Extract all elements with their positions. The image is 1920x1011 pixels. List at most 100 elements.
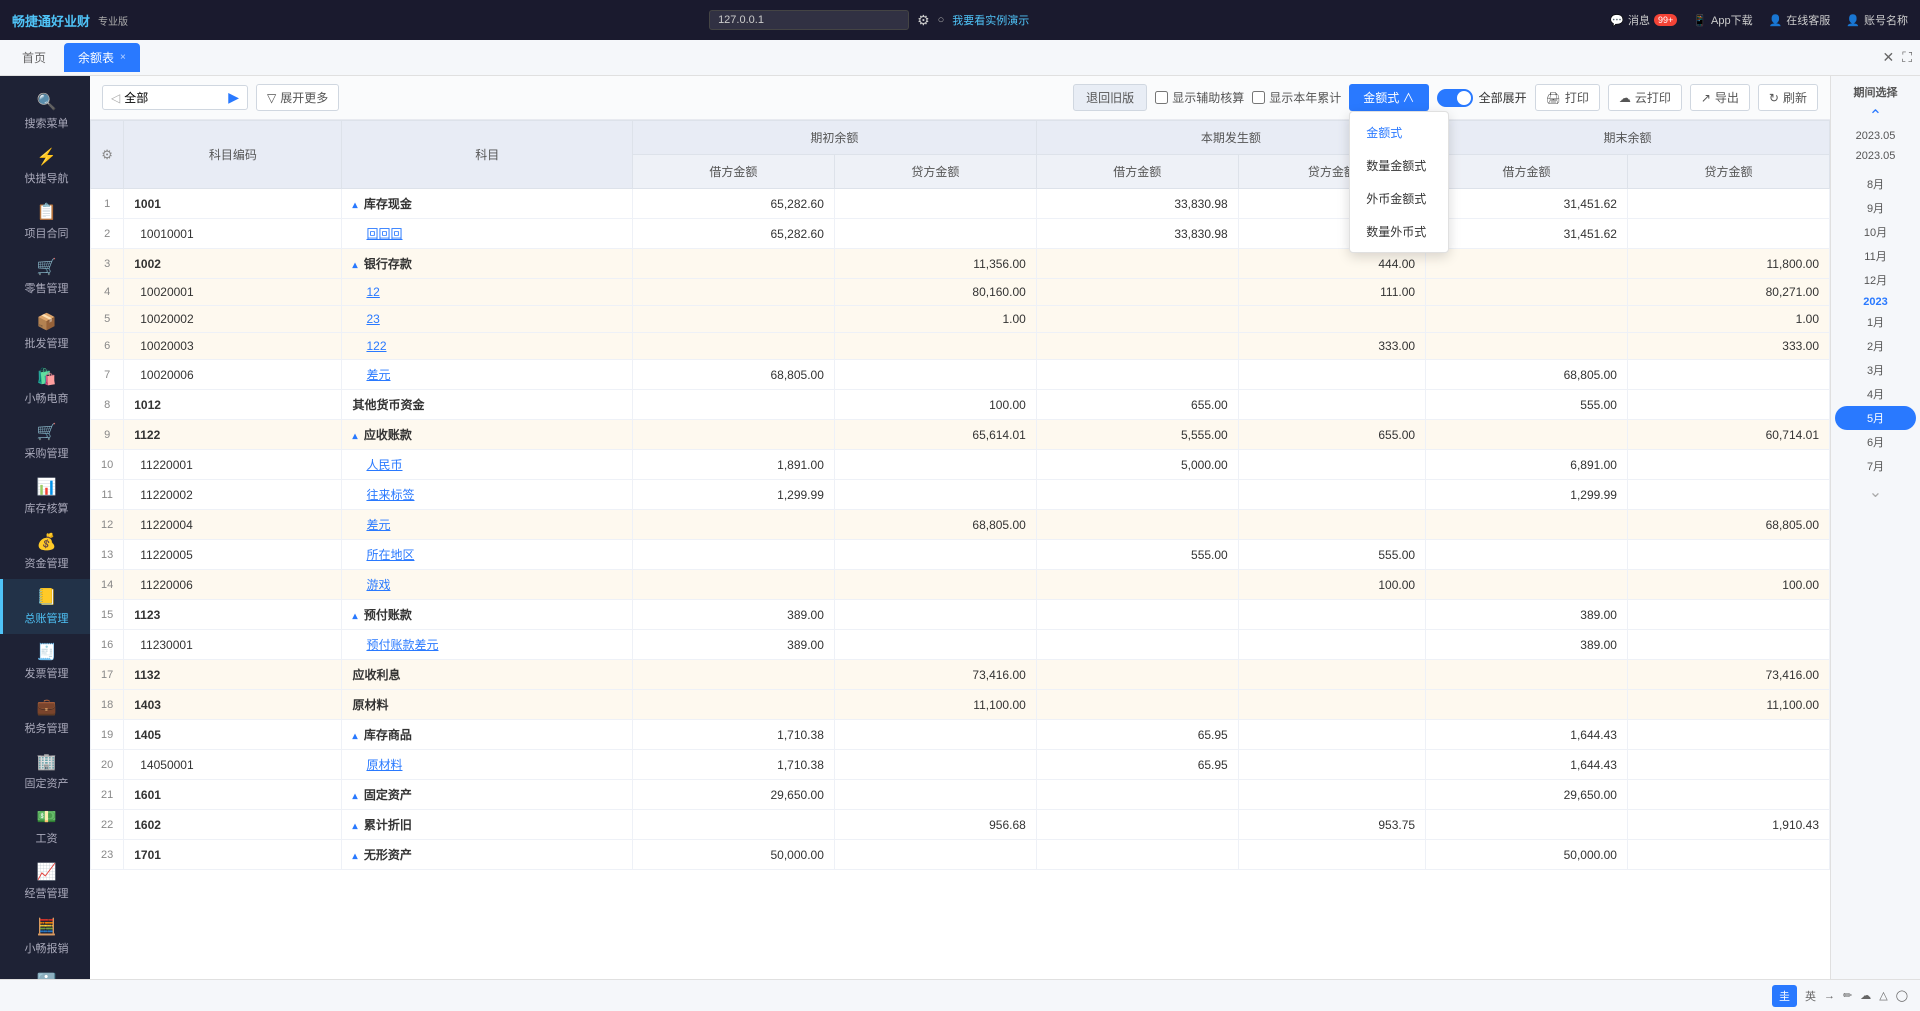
service-btn[interactable]: 👤 在线客服 [1769, 12, 1831, 28]
period-item-9[interactable]: 9月 [1835, 196, 1916, 220]
sidebar-item-wholesale[interactable]: 📦 批发管理 [0, 304, 90, 359]
download-btn[interactable]: 📱 App下载 [1693, 12, 1752, 28]
sidebar-item-contract[interactable]: 📋 项目合同 [0, 194, 90, 249]
account-name[interactable]: 差元 [342, 510, 632, 540]
checkbox-aux-input[interactable] [1155, 91, 1168, 104]
expand-btn[interactable]: ▽ 展开更多 [256, 84, 339, 111]
checkbox-ytd[interactable]: 显示本年累计 [1252, 89, 1341, 106]
bottom-circle-icon[interactable]: ◯ [1896, 989, 1908, 1002]
back-to-old-btn[interactable]: 退回旧版 [1073, 84, 1147, 111]
dropdown-item-qty-foreign[interactable]: 数量外币式 [1350, 215, 1448, 248]
period-arrow-up-icon[interactable]: ⌃ [1869, 106, 1882, 126]
bottom-settings-icon[interactable]: → [1824, 990, 1835, 1002]
period-item-2[interactable]: 2月 [1835, 334, 1916, 358]
demo-link[interactable]: 我要看实例演示 [952, 12, 1029, 28]
account-name[interactable]: ▴ 无形资产 [342, 840, 632, 870]
sidebar-item-ledger[interactable]: 📒 总账管理 [0, 579, 90, 634]
sidebar-item-search[interactable]: 🔍 搜索菜单 [0, 84, 90, 139]
account-name[interactable]: ▴ 库存商品 [342, 720, 632, 750]
account-name[interactable]: 23 [342, 306, 632, 333]
dropdown-item-qty-amount[interactable]: 数量金额式 [1350, 149, 1448, 182]
checkbox-ytd-input[interactable] [1252, 91, 1265, 104]
bottom-lang-icon[interactable]: 英 [1805, 988, 1816, 1004]
sidebar-item-funds[interactable]: 💰 资金管理 [0, 524, 90, 579]
account-name[interactable]: ▴ 累计折旧 [342, 810, 632, 840]
toggle-label: 全部展开 [1479, 89, 1527, 106]
period-item-4[interactable]: 4月 [1835, 382, 1916, 406]
account-name[interactable]: 预付账款差元 [342, 630, 632, 660]
account-name[interactable]: 往来标签 [342, 480, 632, 510]
account-name[interactable]: 游戏 [342, 570, 632, 600]
sidebar-item-tax[interactable]: 💼 税务管理 [0, 689, 90, 744]
dropdown-item-amount[interactable]: 金额式 [1350, 116, 1448, 149]
tab-minimize-btn[interactable]: ✕ [1882, 49, 1894, 66]
sidebar-item-ecommerce[interactable]: 🛍️ 小畅电商 [0, 359, 90, 414]
tab-close-icon[interactable]: × [120, 52, 126, 63]
dropdown-item-foreign-amount[interactable]: 外币金额式 [1350, 182, 1448, 215]
sidebar-item-assets[interactable]: 🏢 固定资产 [0, 744, 90, 799]
account-name[interactable]: 原材料 [342, 750, 632, 780]
sidebar-item-management[interactable]: 📈 经营管理 [0, 854, 90, 909]
bottom-edit-icon[interactable]: ✏ [1843, 989, 1852, 1002]
account-name[interactable]: 人民币 [342, 450, 632, 480]
account-name[interactable]: 应收利息 [342, 660, 632, 690]
search-arrow-icon[interactable]: ▶ [228, 89, 239, 106]
expense-icon: 🧮 [37, 917, 57, 937]
refresh-btn[interactable]: ↻ 刷新 [1758, 84, 1818, 111]
account-name[interactable]: ▴ 预付账款 [342, 600, 632, 630]
period-item-7[interactable]: 7月 [1835, 454, 1916, 478]
account-name[interactable]: 122 [342, 333, 632, 360]
period-item-5[interactable]: 5月 [1835, 406, 1916, 430]
url-input[interactable] [709, 10, 909, 30]
search-input[interactable] [124, 91, 224, 105]
user-btn[interactable]: 👤 账号名称 [1846, 12, 1908, 28]
period-item-1[interactable]: 1月 [1835, 310, 1916, 334]
cell-credit-curr [1238, 690, 1425, 720]
period-item-10[interactable]: 10月 [1835, 220, 1916, 244]
period-item-2022-05[interactable]: 2023.05 [1835, 126, 1916, 146]
account-name[interactable]: 原材料 [342, 690, 632, 720]
export-btn[interactable]: ↗ 导出 [1690, 84, 1750, 111]
sidebar-item-expense[interactable]: 🧮 小畅报销 [0, 909, 90, 964]
period-item-2023-05[interactable]: 2023.05 [1835, 146, 1916, 166]
mode-btn-wrapper: 金额式 ∧ 金额式 数量金额式 外币金额式 数量外币式 [1349, 84, 1428, 111]
checkbox-aux[interactable]: 显示辅助核算 [1155, 89, 1244, 106]
cell-debit-close: 31,451.62 [1426, 219, 1628, 249]
bottom-upload-icon[interactable]: △ [1879, 989, 1887, 1002]
sidebar-item-invoice[interactable]: 🧾 发票管理 [0, 634, 90, 689]
sidebar-item-quicknav[interactable]: ⚡ 快捷导航 [0, 139, 90, 194]
account-name[interactable]: ▴ 应收账款 [342, 420, 632, 450]
sidebar-label-salary: 工资 [36, 830, 58, 846]
account-name[interactable]: ▴ 库存现金 [342, 189, 632, 219]
toggle-switch-btn[interactable] [1437, 89, 1473, 107]
account-name[interactable]: 其他货币资金 [342, 390, 632, 420]
bottom-chat-icon[interactable]: 圭 [1772, 985, 1797, 1007]
mode-btn[interactable]: 金额式 ∧ [1349, 84, 1428, 111]
settings-icon[interactable]: ⚙ [917, 12, 930, 29]
tab-home[interactable]: 首页 [8, 43, 60, 72]
period-item-12[interactable]: 12月 [1835, 268, 1916, 292]
period-item-3[interactable]: 3月 [1835, 358, 1916, 382]
account-name[interactable]: 回回回 [342, 219, 632, 249]
account-name[interactable]: 差元 [342, 360, 632, 390]
sidebar-item-retail[interactable]: 🛒 零售管理 [0, 249, 90, 304]
print-btn[interactable]: 🖨 打印 [1535, 84, 1600, 111]
account-name[interactable]: 所在地区 [342, 540, 632, 570]
period-arrow-down-icon[interactable]: ⌄ [1869, 482, 1882, 502]
table-settings-icon[interactable]: ⚙ [101, 147, 113, 162]
sidebar-item-salary[interactable]: 💵 工资 [0, 799, 90, 854]
period-item-6[interactable]: 6月 [1835, 430, 1916, 454]
period-item-11[interactable]: 11月 [1835, 244, 1916, 268]
sidebar-item-purchase[interactable]: 🛒 采购管理 [0, 414, 90, 469]
account-name[interactable]: ▴ 固定资产 [342, 780, 632, 810]
cloud-print-btn[interactable]: ☁ 云打印 [1608, 84, 1682, 111]
messages-btn[interactable]: 💬 消息 99+ [1610, 12, 1677, 28]
bottom-cloud-icon[interactable]: ☁ [1860, 989, 1871, 1002]
sidebar-item-inventory[interactable]: 📊 库存核算 [0, 469, 90, 524]
account-name[interactable]: 12 [342, 279, 632, 306]
tab-expand-btn[interactable]: ⛶ [1902, 49, 1912, 66]
account-name[interactable]: ▴ 银行存款 [342, 249, 632, 279]
sidebar-item-basic[interactable]: ℹ️ 基础信息 [0, 964, 90, 979]
tab-balance-sheet[interactable]: 余额表 × [64, 43, 140, 72]
period-item-8[interactable]: 8月 [1835, 172, 1916, 196]
